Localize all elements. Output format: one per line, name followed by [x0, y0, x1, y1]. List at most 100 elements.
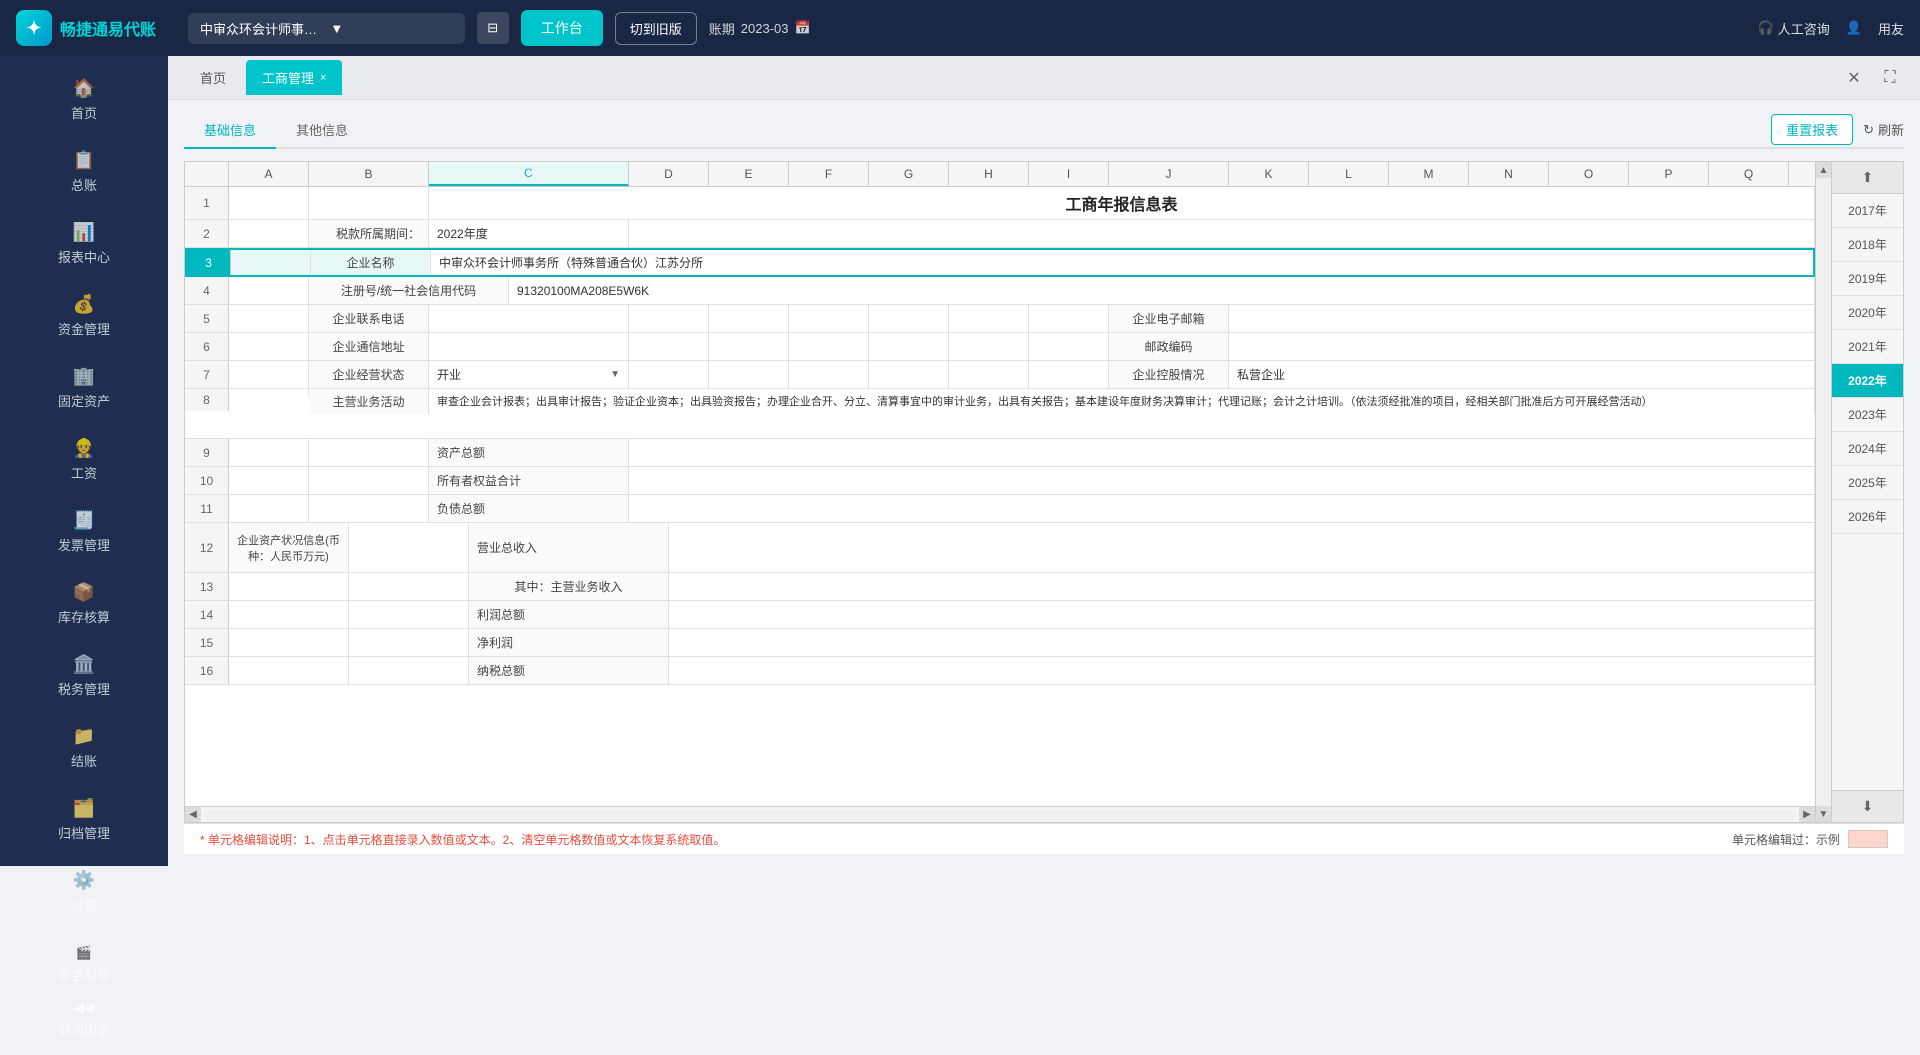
close-panel-button[interactable]: ✕ [1840, 64, 1868, 92]
cell-15b[interactable] [349, 629, 469, 656]
cell-13a[interactable] [229, 573, 349, 600]
calendar-icon[interactable]: 📅 [794, 20, 810, 36]
cell-5-rest[interactable] [1229, 305, 1815, 332]
tab-home[interactable]: 首页 [184, 60, 242, 95]
cell-7-dropdown[interactable]: 开业 ▼ [429, 361, 629, 388]
cell-11b[interactable] [309, 495, 429, 522]
year-item-2023[interactable]: 2023年 [1832, 398, 1903, 432]
reset-report-button[interactable]: 重置报表 [1771, 114, 1853, 145]
year-item-2025[interactable]: 2025年 [1832, 466, 1903, 500]
year-item-2018[interactable]: 2018年 [1832, 228, 1903, 262]
year-item-2024[interactable]: 2024年 [1832, 432, 1903, 466]
copy-button[interactable]: ⊟ [477, 12, 509, 44]
cell-2c[interactable]: 2022年度 [429, 220, 629, 247]
tab-business[interactable]: 工商管理 × [246, 60, 342, 95]
year-panel-down[interactable]: ⬇ [1832, 790, 1903, 822]
cell-6i[interactable] [1029, 333, 1109, 360]
cell-7f[interactable] [789, 361, 869, 388]
sidebar-item-tax[interactable]: 🏛️ 税务管理 [8, 642, 160, 710]
cell-1a[interactable] [229, 187, 309, 219]
sub-tab-basic[interactable]: 基础信息 [184, 112, 276, 149]
year-item-2017[interactable]: 2017年 [1832, 194, 1903, 228]
cell-5i[interactable] [1029, 305, 1109, 332]
sidebar-item-inventory[interactable]: 📦 库存核算 [8, 570, 160, 638]
cell-7h[interactable] [949, 361, 1029, 388]
year-item-2021[interactable]: 2021年 [1832, 330, 1903, 364]
cell-1b[interactable] [309, 187, 429, 219]
cell-9b[interactable] [309, 439, 429, 466]
service-button[interactable]: 🎧 人工咨询 [1758, 19, 1830, 38]
cell-13b[interactable] [349, 573, 469, 600]
cell-6a[interactable] [229, 333, 309, 360]
cell-2-rest[interactable] [629, 220, 1815, 247]
cell-9a[interactable] [229, 439, 309, 466]
cell-6e[interactable] [709, 333, 789, 360]
scroll-right-button[interactable]: ▶ [1799, 807, 1815, 823]
sidebar-item-unpin[interactable]: ◀◀ 取消固定 [8, 992, 160, 1047]
cell-7-value2[interactable]: 私营企业 [1229, 361, 1815, 388]
cell-7e[interactable] [709, 361, 789, 388]
year-panel-up[interactable]: ⬆ [1832, 162, 1903, 194]
cell-3c[interactable]: 中审众环会计师事务所（特殊普通合伙）江苏分所 [431, 250, 1813, 275]
cell-14a[interactable] [229, 601, 349, 628]
expand-panel-button[interactable]: ⛶ [1876, 64, 1904, 92]
sidebar-item-settings[interactable]: ⚙️ 设置 [8, 858, 160, 926]
cell-11-value[interactable] [629, 495, 1815, 522]
cell-13-value[interactable] [669, 573, 1815, 600]
horizontal-scrollbar[interactable]: ◀ ▶ [185, 806, 1815, 822]
cell-5d[interactable] [629, 305, 709, 332]
cell-7g[interactable] [869, 361, 949, 388]
cell-10a[interactable] [229, 467, 309, 494]
scroll-left-button[interactable]: ◀ [185, 807, 201, 823]
cell-7d[interactable] [629, 361, 709, 388]
old-version-button[interactable]: 切到旧版 [615, 12, 697, 45]
v-scroll-track[interactable] [1816, 178, 1831, 806]
scroll-up-button[interactable]: ▲ [1816, 162, 1831, 178]
cell-16-value[interactable] [669, 657, 1815, 684]
refresh-button[interactable]: ↻ 刷新 [1863, 120, 1904, 139]
cell-5c[interactable] [429, 305, 629, 332]
cell-4a[interactable] [229, 277, 309, 304]
cell-12b[interactable] [349, 523, 469, 572]
cell-11a[interactable] [229, 495, 309, 522]
year-item-2019[interactable]: 2019年 [1832, 262, 1903, 296]
cell-15-value[interactable] [669, 629, 1815, 656]
cell-8a[interactable] [229, 389, 309, 397]
cell-5a[interactable] [229, 305, 309, 332]
sidebar-item-close[interactable]: 📁 结账 [8, 714, 160, 782]
year-item-2020[interactable]: 2020年 [1832, 296, 1903, 330]
sidebar-item-invoice[interactable]: 🧾 发票管理 [8, 498, 160, 566]
cell-7i[interactable] [1029, 361, 1109, 388]
cell-14b[interactable] [349, 601, 469, 628]
cell-10b[interactable] [309, 467, 429, 494]
cell-6h[interactable] [949, 333, 1029, 360]
year-item-2022[interactable]: 2022年 [1832, 364, 1903, 398]
cell-6-rest[interactable] [1229, 333, 1815, 360]
scroll-track[interactable] [203, 810, 1797, 820]
cell-6c[interactable] [429, 333, 629, 360]
sidebar-item-archive[interactable]: 🗂️ 归档管理 [8, 786, 160, 854]
cell-16b[interactable] [349, 657, 469, 684]
cell-6g[interactable] [869, 333, 949, 360]
cell-2a[interactable] [229, 220, 309, 247]
cell-5e[interactable] [709, 305, 789, 332]
cell-6d[interactable] [629, 333, 709, 360]
sub-tab-other[interactable]: 其他信息 [276, 112, 368, 147]
year-item-2026[interactable]: 2026年 [1832, 500, 1903, 534]
workspace-button[interactable]: 工作台 [521, 10, 603, 46]
sidebar-item-guide[interactable]: 🎬 新手引导 [8, 937, 160, 992]
cell-4-value[interactable]: 91320100MA208E5W6K [509, 277, 1815, 304]
sidebar-item-finance[interactable]: 💰 资金管理 [8, 282, 160, 350]
sidebar-item-payroll[interactable]: 👷 工资 [8, 426, 160, 494]
cell-3a[interactable] [231, 250, 311, 275]
cell-12-value[interactable] [669, 523, 1815, 572]
cell-9-value[interactable] [629, 439, 1815, 466]
cell-16a[interactable] [229, 657, 349, 684]
cell-7a[interactable] [229, 361, 309, 388]
sidebar-item-reports[interactable]: 📊 报表中心 [8, 210, 160, 278]
cell-5g[interactable] [869, 305, 949, 332]
cell-14-value[interactable] [669, 601, 1815, 628]
cell-10-value[interactable] [629, 467, 1815, 494]
cell-5f[interactable] [789, 305, 869, 332]
cell-15a[interactable] [229, 629, 349, 656]
